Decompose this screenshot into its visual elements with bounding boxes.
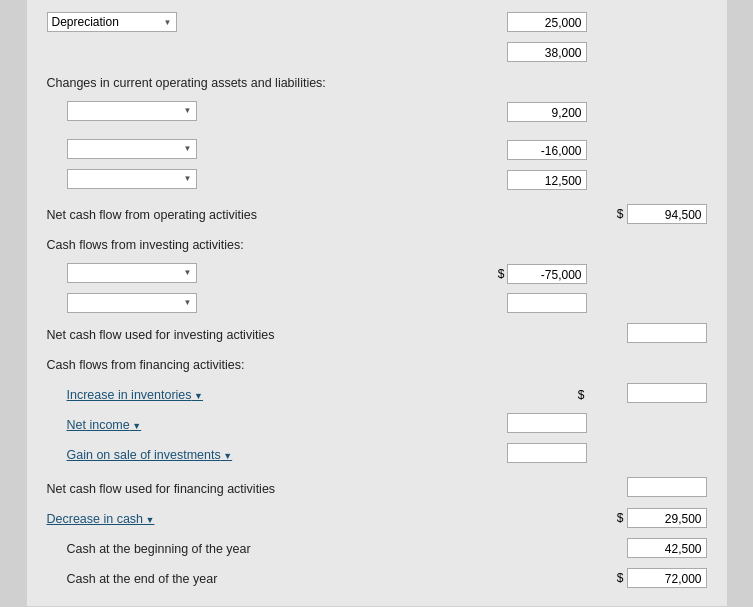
changes-label: Changes in current operating assets and … xyxy=(47,75,707,90)
cash-end-dollar: $ xyxy=(617,571,624,585)
change-row-3: 12,500 xyxy=(47,168,707,192)
depreciation-amount-input[interactable]: 25,000 xyxy=(507,12,587,32)
invest1-dollar: $ xyxy=(498,267,505,281)
change2-value-col: -16,000 xyxy=(497,140,587,160)
net-income-row: Net income xyxy=(47,412,707,436)
change-row-2: -16,000 xyxy=(47,138,707,162)
depreciation-select[interactable]: Depreciation xyxy=(47,12,177,32)
net-income-label: Net income xyxy=(47,417,497,432)
net-cash-operating-total-col: $ 94,500 xyxy=(597,204,707,224)
invest2-value-col xyxy=(497,293,587,316)
net-cash-investing-text: Net cash flow used for investing activit… xyxy=(47,328,275,342)
gain-on-sale-row: Gain on sale of investments xyxy=(47,442,707,466)
net-income-link[interactable]: Net income xyxy=(67,418,142,432)
net-cash-financing-label: Net cash flow used for financing activit… xyxy=(47,481,497,496)
net-cash-investing-total-col xyxy=(597,323,707,346)
changes-text: Changes in current operating assets and … xyxy=(47,76,326,90)
cash-investing-label: Cash flows from investing activities: xyxy=(47,237,707,252)
cash-beginning-label: Cash at the beginning of the year xyxy=(47,541,497,556)
gain-on-sale-link[interactable]: Gain on sale of investments xyxy=(67,448,233,462)
cash-end-text: Cash at the end of the year xyxy=(67,572,218,586)
page: Depreciation 25,000 38,000 Changes in cu… xyxy=(0,0,753,607)
net-cash-operating-total-input[interactable]: 94,500 xyxy=(627,204,707,224)
invest-row-2 xyxy=(47,292,707,316)
invest2-input[interactable] xyxy=(507,293,587,313)
cash-end-label: Cash at the end of the year xyxy=(47,571,497,586)
decrease-in-cash-link[interactable]: Decrease in cash xyxy=(47,512,155,526)
increase-inventories-dollar-col: $ xyxy=(497,387,587,402)
change2-label xyxy=(47,139,497,162)
invest2-select[interactable] xyxy=(67,293,197,313)
depreciation-sub-input[interactable]: 38,000 xyxy=(507,42,587,62)
net-cash-operating-text: Net cash flow from operating activities xyxy=(47,208,258,222)
gain-on-sale-val-col xyxy=(497,443,587,466)
increase-inventories-row: Increase in inventories $ xyxy=(47,382,707,406)
depreciation-select-label: Depreciation xyxy=(52,15,119,29)
depreciation-value-col: 25,000 xyxy=(497,12,587,32)
change-row-1: 9,200 xyxy=(47,100,707,124)
cash-end-total-col: $ 72,000 xyxy=(597,568,707,588)
net-cash-operating-row: Net cash flow from operating activities … xyxy=(47,202,707,226)
cash-investing-row: Cash flows from investing activities: xyxy=(47,232,707,256)
net-cash-operating-total-box: $ 94,500 xyxy=(597,204,707,224)
net-cash-financing-row: Net cash flow used for financing activit… xyxy=(47,476,707,500)
change3-select[interactable] xyxy=(67,169,197,189)
decrease-total-input[interactable]: 29,500 xyxy=(627,508,707,528)
cash-end-total-input[interactable]: 72,000 xyxy=(627,568,707,588)
change2-select[interactable] xyxy=(67,139,197,159)
depreciation-label-col: Depreciation xyxy=(47,12,497,32)
cash-end-row: Cash at the end of the year $ 72,000 xyxy=(47,566,707,590)
change1-input[interactable]: 9,200 xyxy=(507,102,587,122)
net-cash-financing-total-col xyxy=(597,477,707,500)
net-cash-operating-label: Net cash flow from operating activities xyxy=(47,207,497,222)
invest2-label xyxy=(47,293,497,316)
net-income-val-col xyxy=(497,413,587,436)
content-area: Depreciation 25,000 38,000 Changes in cu… xyxy=(27,0,727,606)
change3-value-col: 12,500 xyxy=(497,170,587,190)
change3-input[interactable]: 12,500 xyxy=(507,170,587,190)
changes-label-row: Changes in current operating assets and … xyxy=(47,70,707,94)
decrease-in-cash-row: Decrease in cash $ 29,500 xyxy=(47,506,707,530)
increase-inventories-dollar: $ xyxy=(578,388,585,402)
invest1-input[interactable]: -75,000 xyxy=(507,264,587,284)
cash-beginning-row: Cash at the beginning of the year 42,500 xyxy=(47,536,707,560)
net-cash-investing-label: Net cash flow used for investing activit… xyxy=(47,327,497,342)
decrease-in-cash-label: Decrease in cash xyxy=(47,511,497,526)
cash-beginning-input[interactable]: 42,500 xyxy=(627,538,707,558)
change1-select[interactable] xyxy=(67,101,197,121)
increase-inventories-input[interactable] xyxy=(627,383,707,403)
cash-beginning-text: Cash at the beginning of the year xyxy=(67,542,251,556)
change3-label xyxy=(47,169,497,192)
cash-financing-row: Cash flows from financing activities: xyxy=(47,352,707,376)
invest-row-1: $ -75,000 xyxy=(47,262,707,286)
increase-inventories-total-col xyxy=(597,383,707,406)
depreciation-sub-row: 38,000 xyxy=(47,40,707,64)
invest1-select[interactable] xyxy=(67,263,197,283)
net-cash-financing-text: Net cash flow used for financing activit… xyxy=(47,482,276,496)
cash-financing-label: Cash flows from financing activities: xyxy=(47,357,707,372)
increase-inventories-link[interactable]: Increase in inventories xyxy=(67,388,204,402)
change1-value-col: 9,200 xyxy=(497,102,587,122)
cash-financing-text: Cash flows from financing activities: xyxy=(47,358,245,372)
decrease-dollar: $ xyxy=(617,511,624,525)
invest1-value-col: $ -75,000 xyxy=(497,264,587,284)
decrease-total-box: $ 29,500 xyxy=(597,508,707,528)
net-income-input[interactable] xyxy=(507,413,587,433)
cash-investing-text: Cash flows from investing activities: xyxy=(47,238,244,252)
net-cash-investing-input[interactable] xyxy=(627,323,707,343)
change2-input[interactable]: -16,000 xyxy=(507,140,587,160)
gain-on-sale-label: Gain on sale of investments xyxy=(47,447,497,462)
decrease-in-cash-total-col: $ 29,500 xyxy=(597,508,707,528)
increase-inventories-label: Increase in inventories xyxy=(47,387,497,402)
cash-end-total-box: $ 72,000 xyxy=(597,568,707,588)
depreciation-row: Depreciation 25,000 xyxy=(47,10,707,34)
depreciation-sub-value: 38,000 xyxy=(497,42,587,62)
net-cash-financing-input[interactable] xyxy=(627,477,707,497)
net-cash-investing-row: Net cash flow used for investing activit… xyxy=(47,322,707,346)
gain-on-sale-input[interactable] xyxy=(507,443,587,463)
cash-beginning-total-col: 42,500 xyxy=(597,538,707,558)
change1-label xyxy=(47,101,497,124)
net-cash-operating-dollar: $ xyxy=(617,207,624,221)
invest1-label xyxy=(47,263,497,286)
